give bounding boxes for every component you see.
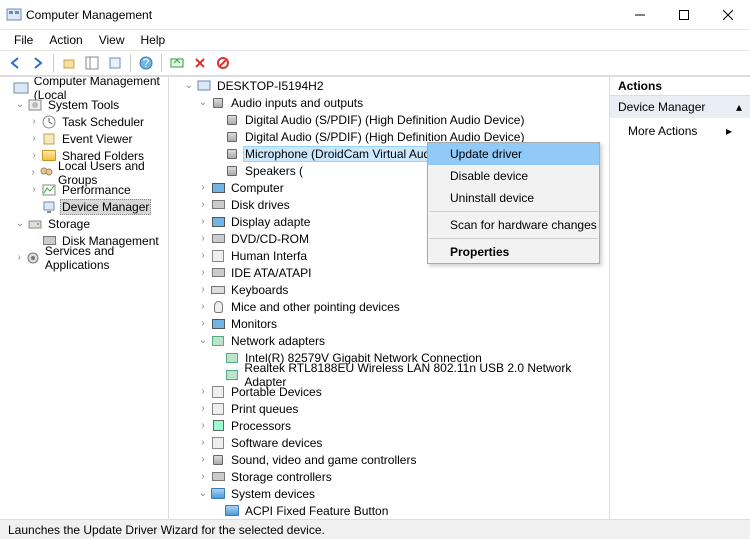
node-storage[interactable]: ⌄Storage: [0, 215, 168, 232]
category-keyboards[interactable]: ›Keyboards: [169, 281, 609, 298]
expand-icon[interactable]: ›: [28, 184, 40, 196]
category-audio[interactable]: ⌄Audio inputs and outputs: [169, 94, 609, 111]
show-hide-tree-button[interactable]: [81, 52, 103, 74]
scan-hardware-button[interactable]: [166, 52, 188, 74]
expand-icon[interactable]: ›: [197, 301, 209, 313]
expand-icon[interactable]: ›: [197, 250, 209, 262]
toolbar: ?: [0, 50, 750, 76]
svg-text:?: ?: [143, 56, 150, 70]
menu-separator: [429, 211, 598, 212]
expand-icon[interactable]: ›: [28, 116, 40, 128]
expand-icon[interactable]: ›: [28, 167, 38, 179]
menu-properties[interactable]: Properties: [428, 241, 599, 263]
category-network[interactable]: ⌄Network adapters: [169, 332, 609, 349]
collapse-icon[interactable]: ⌄: [197, 97, 209, 109]
expand-icon[interactable]: ›: [197, 284, 209, 296]
menu-file[interactable]: File: [6, 31, 41, 49]
up-button[interactable]: [58, 52, 80, 74]
close-button[interactable]: [706, 0, 750, 29]
expand-icon[interactable]: ›: [197, 182, 209, 194]
actions-section-device-manager[interactable]: Device Manager ▴: [610, 96, 750, 118]
actions-section-label: Device Manager: [618, 100, 705, 114]
window-title: Computer Management: [26, 8, 618, 22]
device-acpi-button[interactable]: ACPI Fixed Feature Button: [169, 502, 609, 519]
device-digital-audio-1[interactable]: Digital Audio (S/PDIF) (High Definition …: [169, 111, 609, 128]
category-software-devices[interactable]: ›Software devices: [169, 434, 609, 451]
device-realtek-wlan[interactable]: Realtek RTL8188EU Wireless LAN 802.11n U…: [169, 366, 609, 383]
status-bar: Launches the Update Driver Wizard for th…: [0, 519, 750, 539]
expand-icon[interactable]: ›: [197, 267, 209, 279]
actions-more-label: More Actions: [628, 124, 697, 138]
main-content: Computer Management (Local ⌄System Tools…: [0, 76, 750, 519]
expand-icon[interactable]: ›: [197, 386, 209, 398]
menu-scan-hardware[interactable]: Scan for hardware changes: [428, 214, 599, 236]
expand-icon[interactable]: ›: [197, 437, 209, 449]
disable-button[interactable]: [212, 52, 234, 74]
left-tree-pane[interactable]: Computer Management (Local ⌄System Tools…: [0, 77, 169, 519]
expand-icon[interactable]: ›: [197, 471, 209, 483]
expand-icon[interactable]: ›: [28, 133, 40, 145]
titlebar: Computer Management: [0, 0, 750, 30]
maximize-button[interactable]: [662, 0, 706, 29]
back-button[interactable]: [4, 52, 26, 74]
node-task-scheduler[interactable]: ›Task Scheduler: [0, 113, 168, 130]
expand-icon[interactable]: ›: [14, 252, 25, 264]
window-controls: [618, 0, 750, 29]
node-services-applications[interactable]: ›Services and Applications: [0, 249, 168, 266]
menu-separator: [429, 238, 598, 239]
category-sound-video[interactable]: ›Sound, video and game controllers: [169, 451, 609, 468]
expand-icon[interactable]: ›: [197, 318, 209, 330]
context-menu: Update driver Disable device Uninstall d…: [427, 142, 600, 264]
node-local-users[interactable]: ›Local Users and Groups: [0, 164, 168, 181]
expand-icon[interactable]: ›: [197, 454, 209, 466]
node-device-manager[interactable]: Device Manager: [0, 198, 168, 215]
menu-disable-device[interactable]: Disable device: [428, 165, 599, 187]
menu-view[interactable]: View: [91, 31, 133, 49]
menu-update-driver[interactable]: Update driver: [428, 143, 599, 165]
chevron-right-icon: ▸: [726, 124, 732, 138]
category-mice[interactable]: ›Mice and other pointing devices: [169, 298, 609, 315]
category-monitors[interactable]: ›Monitors: [169, 315, 609, 332]
app-icon: [6, 7, 22, 23]
node-event-viewer[interactable]: ›Event Viewer: [0, 130, 168, 147]
expand-icon[interactable]: ›: [197, 216, 209, 228]
properties-button[interactable]: [104, 52, 126, 74]
minimize-button[interactable]: [618, 0, 662, 29]
device-tree-pane[interactable]: ⌄DESKTOP-I5194H2 ⌄Audio inputs and outpu…: [169, 77, 610, 519]
menubar: File Action View Help: [0, 30, 750, 50]
expand-icon[interactable]: ›: [197, 233, 209, 245]
menu-uninstall-device[interactable]: Uninstall device: [428, 187, 599, 209]
uninstall-button[interactable]: [189, 52, 211, 74]
collapse-icon[interactable]: ⌄: [197, 335, 209, 347]
collapse-icon[interactable]: ⌄: [197, 488, 209, 500]
actions-header: Actions: [610, 77, 750, 96]
collapse-icon[interactable]: ⌄: [14, 218, 26, 230]
category-ide[interactable]: ›IDE ATA/ATAPI: [169, 264, 609, 281]
expand-icon[interactable]: ›: [197, 199, 209, 211]
status-text: Launches the Update Driver Wizard for th…: [8, 523, 325, 537]
category-storage-controllers[interactable]: ›Storage controllers: [169, 468, 609, 485]
collapse-icon[interactable]: ⌄: [183, 80, 195, 92]
help-button[interactable]: ?: [135, 52, 157, 74]
actions-pane: Actions Device Manager ▴ More Actions ▸: [610, 77, 750, 519]
menu-action[interactable]: Action: [41, 31, 90, 49]
menu-help[interactable]: Help: [133, 31, 174, 49]
category-processors[interactable]: ›Processors: [169, 417, 609, 434]
category-system-devices[interactable]: ⌄System devices: [169, 485, 609, 502]
node-computer-management[interactable]: Computer Management (Local: [0, 79, 168, 96]
collapse-icon: ▴: [736, 100, 742, 114]
forward-button[interactable]: [27, 52, 49, 74]
device-root[interactable]: ⌄DESKTOP-I5194H2: [169, 77, 609, 94]
actions-more[interactable]: More Actions ▸: [610, 118, 750, 144]
category-print-queues[interactable]: ›Print queues: [169, 400, 609, 417]
expand-icon[interactable]: ›: [28, 150, 40, 162]
expand-icon[interactable]: ›: [197, 403, 209, 415]
collapse-icon[interactable]: ⌄: [14, 99, 26, 111]
expand-icon[interactable]: ›: [197, 420, 209, 432]
